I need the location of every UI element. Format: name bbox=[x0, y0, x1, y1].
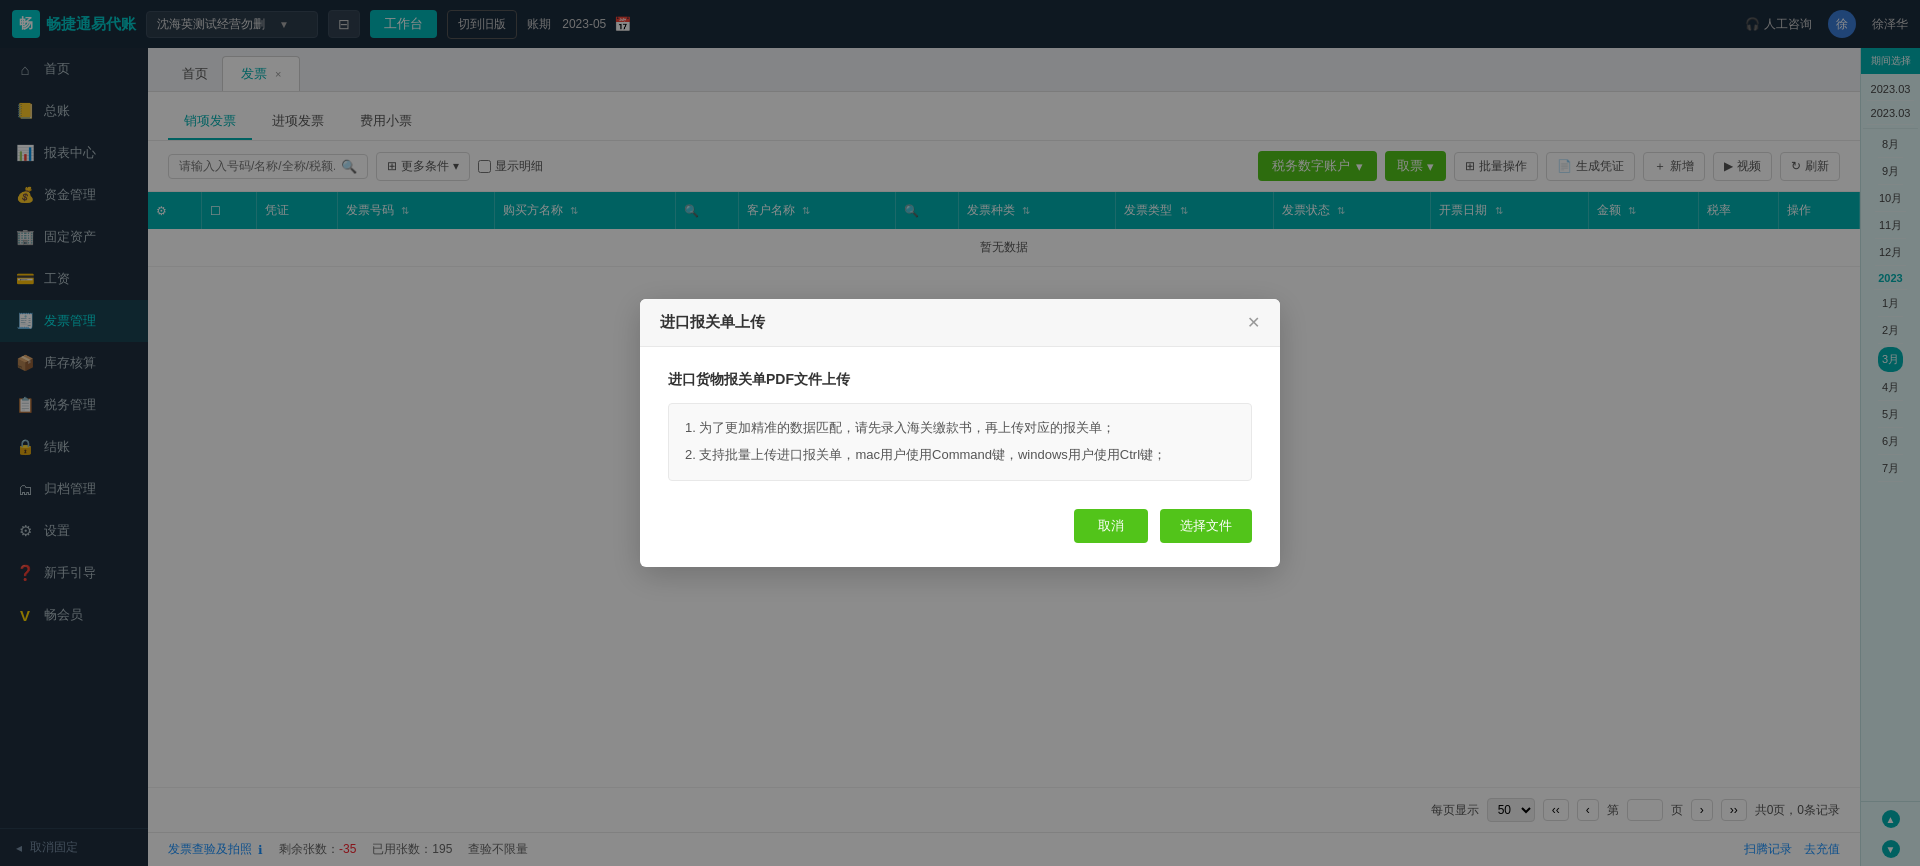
modal-title: 进口报关单上传 bbox=[660, 313, 765, 332]
modal-select-file-button[interactable]: 选择文件 bbox=[1160, 509, 1252, 543]
import-customs-modal: 进口报关单上传 ✕ 进口货物报关单PDF文件上传 1. 为了更加精准的数据匹配，… bbox=[640, 299, 1280, 567]
modal-header: 进口报关单上传 ✕ bbox=[640, 299, 1280, 347]
modal-section-title: 进口货物报关单PDF文件上传 bbox=[668, 371, 1252, 389]
modal-footer: 取消 选择文件 bbox=[668, 501, 1252, 547]
modal-close-button[interactable]: ✕ bbox=[1247, 313, 1260, 332]
modal-info-item-1: 1. 为了更加精准的数据匹配，请先录入海关缴款书，再上传对应的报关单； bbox=[685, 418, 1235, 439]
modal-body: 进口货物报关单PDF文件上传 1. 为了更加精准的数据匹配，请先录入海关缴款书，… bbox=[640, 347, 1280, 567]
modal-overlay: 进口报关单上传 ✕ 进口货物报关单PDF文件上传 1. 为了更加精准的数据匹配，… bbox=[0, 0, 1920, 866]
modal-info-item-2: 2. 支持批量上传进口报关单，mac用户使用Command键，windows用户… bbox=[685, 445, 1235, 466]
modal-info-box: 1. 为了更加精准的数据匹配，请先录入海关缴款书，再上传对应的报关单； 2. 支… bbox=[668, 403, 1252, 481]
modal-cancel-button[interactable]: 取消 bbox=[1074, 509, 1148, 543]
